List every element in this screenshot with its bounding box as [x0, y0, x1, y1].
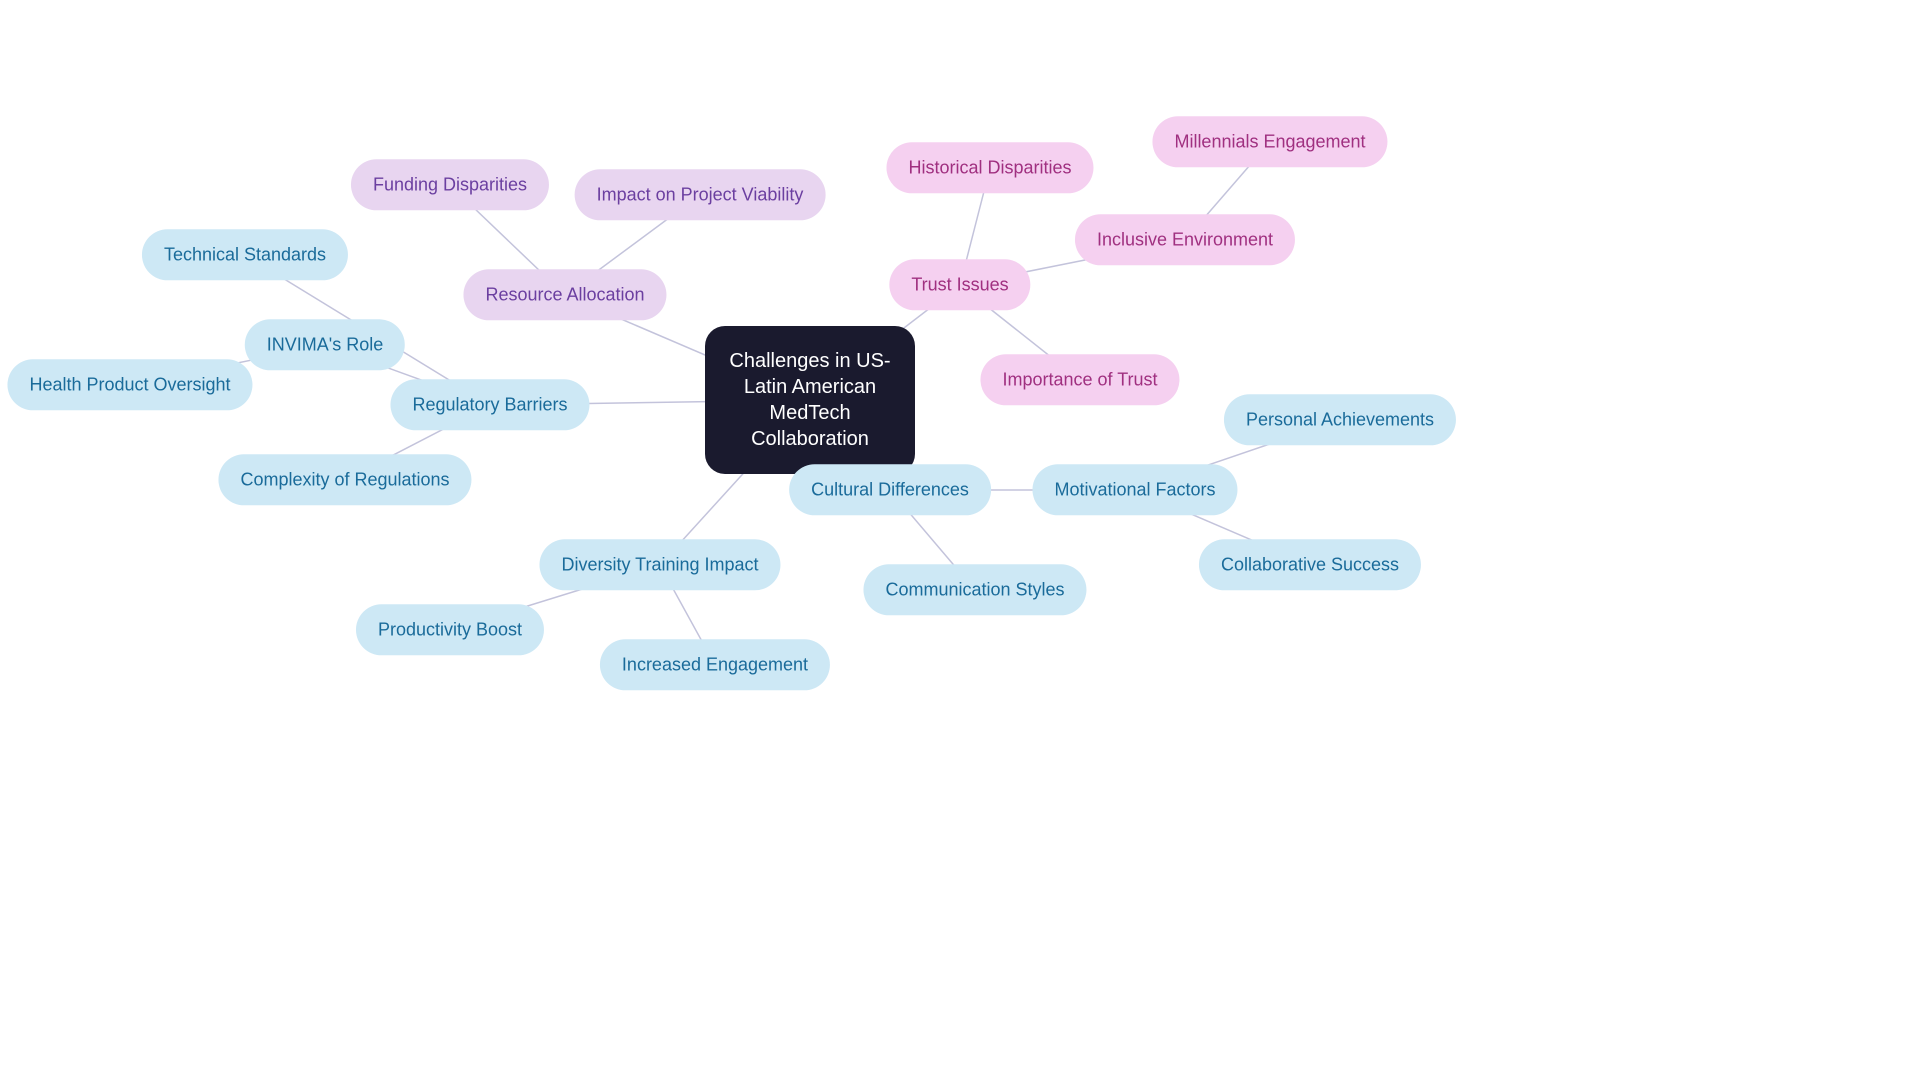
mindmap-container: Challenges in US-Latin American MedTech … [0, 0, 1920, 1083]
node-importance-trust: Importance of Trust [980, 354, 1179, 405]
node-inclusive-environment: Inclusive Environment [1075, 214, 1295, 265]
node-personal-achievements: Personal Achievements [1224, 394, 1456, 445]
node-resource-allocation: Resource Allocation [463, 269, 666, 320]
node-funding-disparities: Funding Disparities [351, 159, 549, 210]
node-cultural-differences: Cultural Differences [789, 464, 991, 515]
node-motivational-factors: Motivational Factors [1032, 464, 1237, 515]
node-productivity-boost: Productivity Boost [356, 604, 544, 655]
node-historical-disparities: Historical Disparities [886, 142, 1093, 193]
node-complexity-regulations: Complexity of Regulations [218, 454, 471, 505]
node-collaborative-success: Collaborative Success [1199, 539, 1421, 590]
node-regulatory-barriers: Regulatory Barriers [390, 379, 589, 430]
node-impact-project-viability: Impact on Project Viability [575, 169, 826, 220]
node-trust-issues: Trust Issues [889, 259, 1030, 310]
node-diversity-training: Diversity Training Impact [539, 539, 780, 590]
node-invima-role: INVIMA's Role [245, 319, 405, 370]
node-health-product-oversight: Health Product Oversight [7, 359, 252, 410]
node-communication-styles: Communication Styles [863, 564, 1086, 615]
node-technical-standards: Technical Standards [142, 229, 348, 280]
center-node: Challenges in US-Latin American MedTech … [705, 326, 915, 474]
node-millennials-engagement: Millennials Engagement [1152, 116, 1387, 167]
node-increased-engagement: Increased Engagement [600, 639, 830, 690]
